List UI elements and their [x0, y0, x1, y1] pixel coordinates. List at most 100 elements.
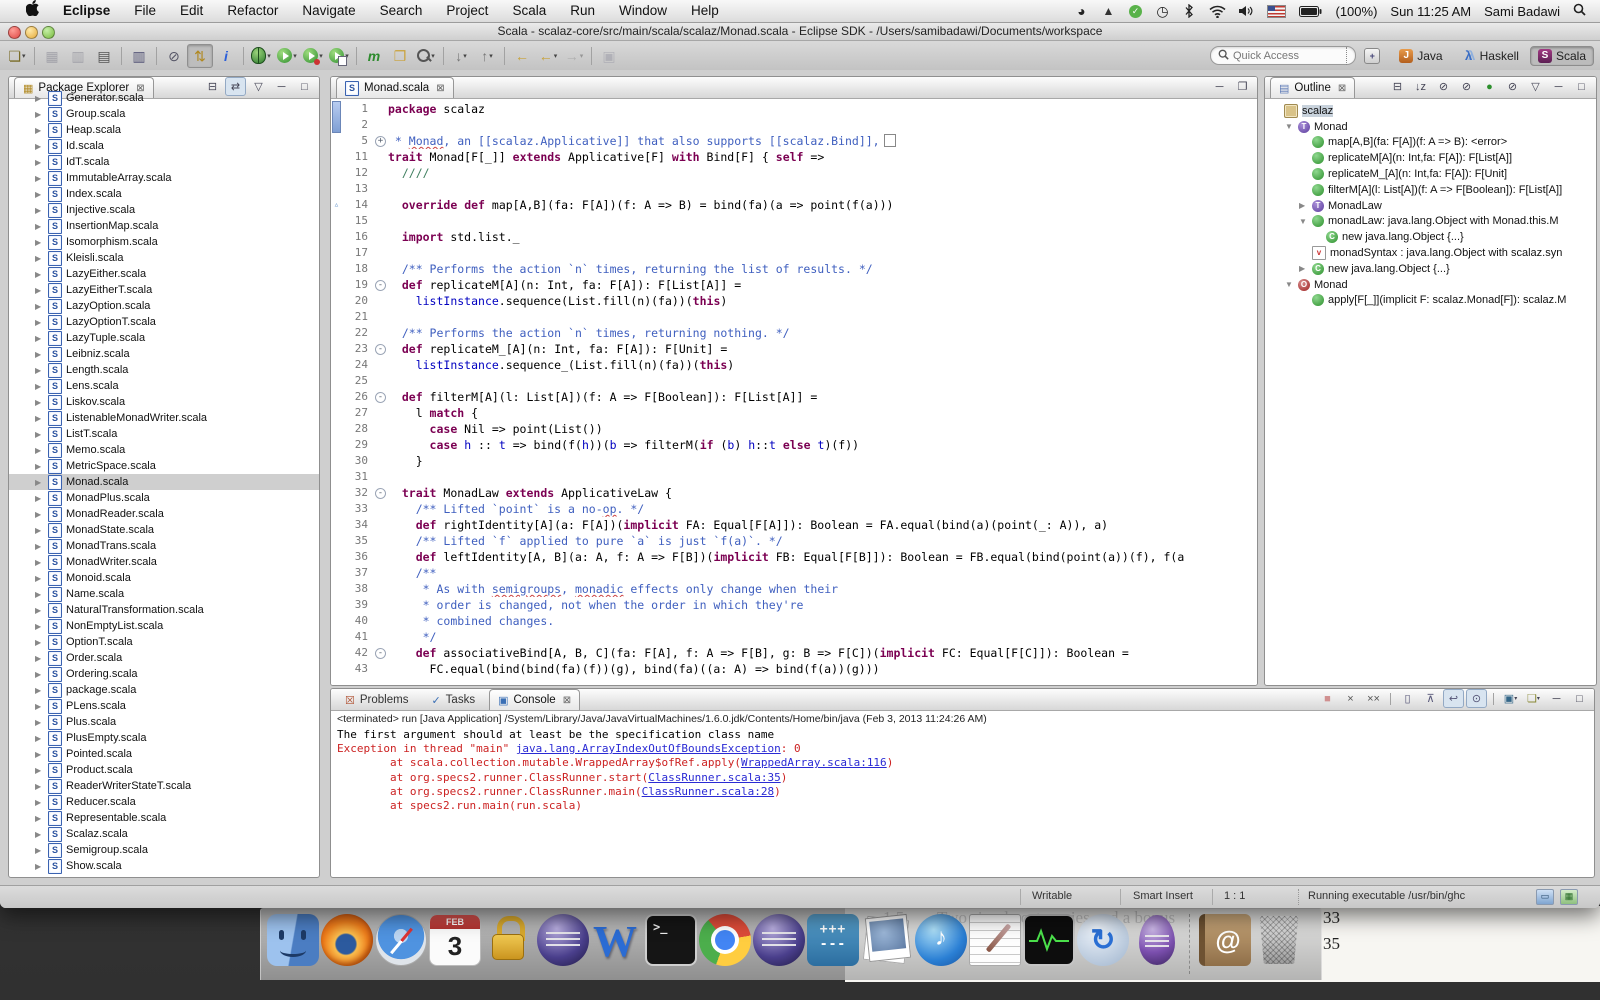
expander-icon[interactable]: ▶ [35, 542, 44, 551]
file-readerwriterstatet-scala[interactable]: ▶ S ReaderWriterStateT.scala [9, 778, 319, 794]
menu-help[interactable]: Help [679, 0, 731, 22]
file-length-scala[interactable]: ▶ S Length.scala [9, 362, 319, 378]
expander-icon[interactable]: ▶ [35, 126, 44, 135]
fold-marker[interactable]: - [373, 341, 388, 357]
file-naturaltransformation-scala[interactable]: ▶ S NaturalTransformation.scala [9, 602, 319, 618]
sync-check-icon[interactable]: ✓ [1128, 2, 1142, 20]
expander-icon[interactable]: ▶ [35, 798, 44, 807]
fold-expand-icon[interactable]: + [375, 135, 386, 147]
file-monadreader-scala[interactable]: ▶ S MonadReader.scala [9, 506, 319, 522]
file-leibniz-scala[interactable]: ▶ S Leibniz.scala [9, 346, 319, 362]
dock-icon-word[interactable]: W [591, 914, 643, 966]
outline-item[interactable]: ▶ Cnew java.lang.Object {...} [1265, 261, 1596, 277]
file-lazyeither-scala[interactable]: ▶ S LazyEither.scala [9, 266, 319, 282]
code-line[interactable]: 23- def replicateM_[A](n: Int, fa: F[A])… [331, 341, 1257, 357]
fold-marker[interactable]: - [373, 277, 388, 293]
console-remove-launch-icon[interactable]: × [1340, 689, 1361, 708]
dock-icon-isync[interactable]: ↻ [1077, 914, 1129, 966]
expander-icon[interactable]: ▶ [1299, 201, 1308, 210]
maximize-editor-icon[interactable]: ❐ [1232, 77, 1253, 96]
open-perspective-button[interactable]: + [1356, 45, 1388, 67]
app-circle-icon[interactable]: ◕ [1074, 2, 1088, 20]
file-immutablearray-scala[interactable]: ▶ S ImmutableArray.scala [9, 170, 319, 186]
outline-item[interactable]: replicateM[A](n: Int,fa: F[A]): F[List[A… [1265, 150, 1596, 166]
stack-trace-link[interactable]: WrappedArray.scala:116 [741, 756, 887, 769]
file-metricspace-scala[interactable]: ▶ S MetricSpace.scala [9, 458, 319, 474]
code-line[interactable]: 33 /** Lifted `point` is a no-op. */ [331, 501, 1257, 517]
code-line[interactable]: 37 /** [331, 565, 1257, 581]
folded-region-icon[interactable] [883, 134, 896, 147]
expander-icon[interactable]: ▶ [35, 670, 44, 679]
print-button[interactable]: ▤ [91, 44, 117, 68]
expander-icon[interactable]: ▶ [35, 494, 44, 503]
stack-trace-link[interactable]: java.lang.ArrayIndexOutOfBoundsException [516, 742, 781, 755]
fold-collapse-icon[interactable]: - [375, 343, 386, 355]
code-line[interactable]: 31 [331, 469, 1257, 485]
file-lazyoption-scala[interactable]: ▶ S LazyOption.scala [9, 298, 319, 314]
fold-marker[interactable]: + [373, 133, 388, 149]
menu-refactor[interactable]: Refactor [215, 0, 290, 22]
dock-icon-safari[interactable] [375, 914, 427, 966]
fold-marker[interactable]: - [373, 389, 388, 405]
input-flag-icon[interactable] [1267, 2, 1287, 20]
expander-icon[interactable]: ▼ [1285, 280, 1294, 289]
console-minimize-icon[interactable]: ─ [1546, 689, 1567, 708]
expander-icon[interactable]: ▶ [35, 622, 44, 631]
expander-icon[interactable]: ▶ [35, 350, 44, 359]
console-clear-console-icon[interactable]: ▯ [1397, 689, 1418, 708]
file-liskov-scala[interactable]: ▶ S Liskov.scala [9, 394, 319, 410]
expander-icon[interactable]: ▶ [35, 222, 44, 231]
file-generator-scala[interactable]: ▶ S Generator.scala [9, 90, 319, 106]
expander-icon[interactable]: ▶ [35, 414, 44, 423]
fold-collapse-icon[interactable]: - [375, 487, 386, 499]
code-line[interactable]: 25 [331, 373, 1257, 389]
file-plusempty-scala[interactable]: ▶ S PlusEmpty.scala [9, 730, 319, 746]
expander-icon[interactable]: ▶ [35, 734, 44, 743]
outline-item[interactable]: v monadSyntax : java.lang.Object with sca… [1265, 245, 1596, 261]
fold-collapse-icon[interactable]: - [375, 647, 386, 659]
code-line[interactable]: 19- def replicateM[A](n: Int, fa: F[A]):… [331, 277, 1257, 293]
quick-access-input[interactable]: Quick Access [1210, 46, 1356, 65]
expander-icon[interactable]: ▶ [35, 158, 44, 167]
menubar-user[interactable]: Sami Badawi [1484, 4, 1560, 19]
show-inferred-types-button[interactable]: i [213, 44, 239, 68]
bluetooth-icon[interactable] [1182, 2, 1196, 20]
file-plens-scala[interactable]: ▶ S PLens.scala [9, 698, 319, 714]
code-line[interactable]: 21 [331, 309, 1257, 325]
expander-icon[interactable]: ▼ [1285, 122, 1294, 131]
expander-icon[interactable]: ▶ [35, 718, 44, 727]
code-line[interactable]: 42- def associativeBind[A, B, C](fa: F[A… [331, 645, 1257, 661]
outline-hide-static-icon[interactable]: ⊘ [1456, 77, 1477, 96]
file-insertionmap-scala[interactable]: ▶ S InsertionMap.scala [9, 218, 319, 234]
expander-icon[interactable]: ▶ [35, 190, 44, 199]
outline-maximize-icon[interactable]: □ [1571, 77, 1592, 96]
file-pointed-scala[interactable]: ▶ S Pointed.scala [9, 746, 319, 762]
expander-icon[interactable]: ▶ [35, 590, 44, 599]
file-package-scala[interactable]: ▶ Spackage.scala [9, 682, 319, 698]
tab-problems[interactable]: ☒ Problems [336, 689, 417, 710]
code-line[interactable]: 17 [331, 245, 1257, 261]
fold-collapse-icon[interactable]: - [375, 391, 386, 403]
dock-icon-textedit[interactable] [969, 914, 1021, 966]
maven-button[interactable]: m [361, 44, 387, 68]
file-monadplus-scala[interactable]: ▶ S MonadPlus.scala [9, 490, 319, 506]
fold-marker[interactable]: - [373, 485, 388, 501]
close-icon[interactable]: ⊠ [1338, 83, 1346, 94]
expander-icon[interactable]: ▶ [35, 814, 44, 823]
expander-icon[interactable]: ▶ [35, 862, 44, 871]
code-line[interactable]: 36 def leftIdentity[A, B](a: A, f: A => … [331, 549, 1257, 565]
wifi-icon[interactable] [1209, 2, 1227, 20]
file-id-scala[interactable]: ▶ S Id.scala [9, 138, 319, 154]
expander-icon[interactable]: ▶ [35, 206, 44, 215]
console-scroll-lock-icon[interactable]: ⊼ [1420, 689, 1441, 708]
new-scala-project-button[interactable]: ▥ [126, 44, 152, 68]
file-idt-scala[interactable]: ▶ S IdT.scala [9, 154, 319, 170]
file-lazyoptiont-scala[interactable]: ▶ S LazyOptionT.scala [9, 314, 319, 330]
file-nonemptylist-scala[interactable]: ▶ S NonEmptyList.scala [9, 618, 319, 634]
code-line[interactable]: 1 package scalaz [331, 101, 1257, 117]
outline-item[interactable]: map[A,B](fa: F[A])(f: A => B): <error> [1265, 135, 1596, 151]
apple-menu-icon[interactable] [14, 0, 51, 23]
console-remove-all-launches-icon[interactable]: ×× [1363, 689, 1384, 708]
outline-item[interactable]: Cnew java.lang.Object {...} [1265, 229, 1596, 245]
code-line[interactable]: 30 } [331, 453, 1257, 469]
